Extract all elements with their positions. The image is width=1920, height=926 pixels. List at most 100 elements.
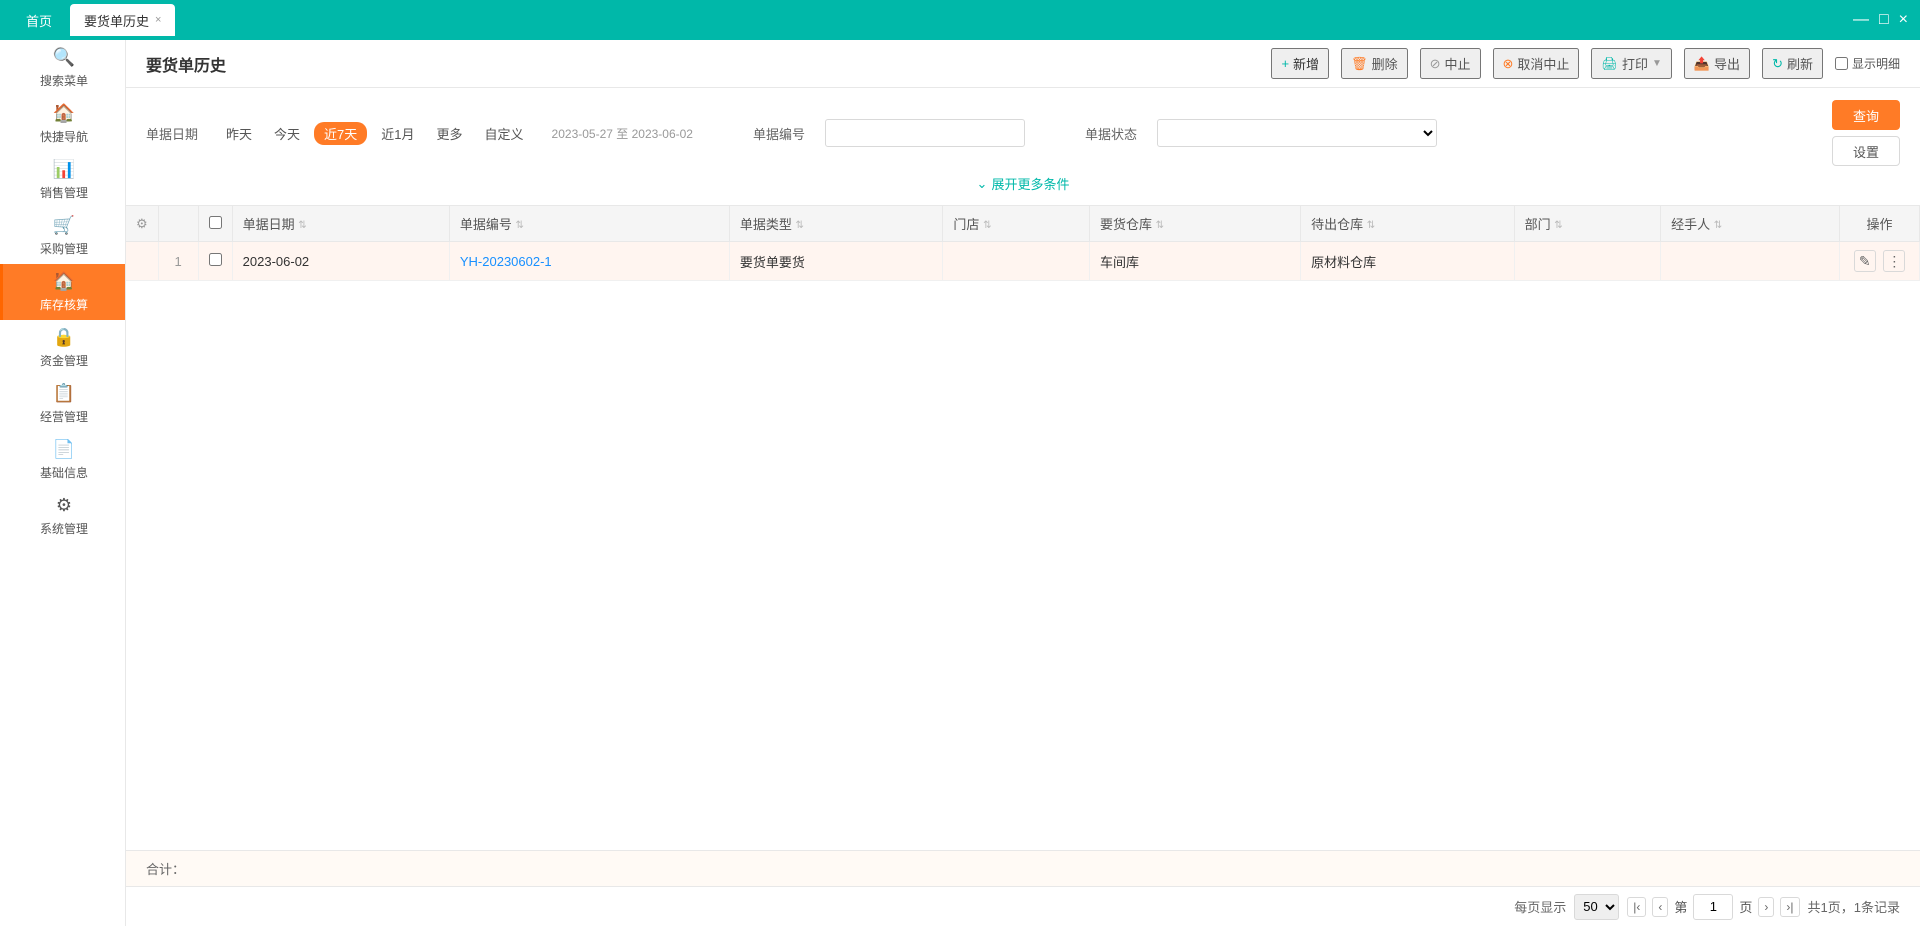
- date-btn-today[interactable]: 今天: [266, 122, 308, 145]
- page-header: 要货单历史 + 新增 🗑 删除 ⊘ 中止 ⊗ 取消中止: [126, 40, 1920, 88]
- cancel-icon: ⊗: [1503, 56, 1514, 72]
- row-dept: [1514, 242, 1661, 281]
- total-info: 共1页，1条记录: [1808, 897, 1900, 916]
- delete-button[interactable]: 🗑 删除: [1341, 48, 1408, 79]
- sidebar-item-label: 资金管理: [40, 352, 88, 369]
- status-label: 单据状态: [1085, 124, 1137, 143]
- sidebar-item-label: 经营管理: [40, 408, 88, 425]
- row-store: [943, 242, 1090, 281]
- sort-handler-icon[interactable]: ⇅: [1714, 220, 1722, 231]
- maximize-btn[interactable]: □: [1879, 11, 1889, 29]
- basic-info-icon: 📄: [53, 439, 75, 460]
- page-number-input[interactable]: [1693, 894, 1733, 920]
- sort-pending-warehouse-icon[interactable]: ⇅: [1367, 220, 1375, 231]
- sidebar-item-label: 搜索菜单: [40, 72, 88, 89]
- col-doc-no[interactable]: 单据编号 ⇅: [449, 206, 729, 242]
- display-detail-checkbox[interactable]: [1835, 57, 1848, 70]
- sort-req-warehouse-icon[interactable]: ⇅: [1156, 220, 1164, 231]
- col-handler[interactable]: 经手人 ⇅: [1661, 206, 1840, 242]
- add-button[interactable]: + 新增: [1271, 48, 1329, 79]
- purchase-mgmt-icon: 🛒: [53, 215, 75, 236]
- sidebar-item-purchase-mgmt[interactable]: 🛒 采购管理: [0, 208, 125, 264]
- next-page-btn[interactable]: ›: [1758, 897, 1774, 917]
- tab-home[interactable]: 首页: [12, 4, 66, 36]
- query-button[interactable]: 查询: [1832, 100, 1900, 130]
- first-page-btn[interactable]: |‹: [1627, 897, 1646, 917]
- sort-doc-date-icon[interactable]: ⇅: [298, 220, 306, 231]
- cancel-stop-button[interactable]: ⊗ 取消中止: [1493, 48, 1580, 79]
- sidebar-item-inventory-calc[interactable]: 🏠 库存核算: [0, 264, 125, 320]
- tab-requisition-history[interactable]: 要货单历史 ×: [70, 4, 175, 36]
- sort-store-icon[interactable]: ⇅: [983, 220, 991, 231]
- date-btn-more[interactable]: 更多: [429, 122, 471, 145]
- row-doc-no[interactable]: YH-20230602-1: [449, 242, 729, 281]
- sidebar-item-basic-info[interactable]: 📄 基础信息: [0, 432, 125, 488]
- print-dropdown-icon[interactable]: ▼: [1652, 58, 1662, 69]
- setting-button[interactable]: 设置: [1832, 136, 1900, 166]
- content-area: 要货单历史 + 新增 🗑 删除 ⊘ 中止 ⊗ 取消中止: [126, 40, 1920, 926]
- refresh-button[interactable]: ↻ 刷新: [1762, 48, 1823, 79]
- finance-mgmt-icon: 🔒: [53, 327, 75, 348]
- col-operation: 操作: [1840, 206, 1920, 242]
- col-pending-warehouse[interactable]: 待出仓库 ⇅: [1301, 206, 1515, 242]
- print-icon: 🖨: [1601, 56, 1618, 72]
- row-check[interactable]: [198, 242, 232, 281]
- print-button[interactable]: 🖨 打印 ▼: [1591, 48, 1671, 79]
- ops-mgmt-icon: 📋: [53, 383, 75, 404]
- row-operations: ✎ ⋮: [1840, 242, 1920, 281]
- close-btn[interactable]: ×: [1899, 11, 1908, 29]
- table-header-row: ⚙ 单据日期 ⇅ 单据编号 ⇅ 单据类型 ⇅: [126, 206, 1920, 242]
- search-menu-icon: 🔍: [53, 47, 75, 68]
- sidebar-item-ops-mgmt[interactable]: 📋 经营管理: [0, 376, 125, 432]
- row-req-warehouse: 车间库: [1089, 242, 1300, 281]
- date-range-display: 2023-05-27 至 2023-06-02: [552, 125, 693, 142]
- row-pending-warehouse: 原材料仓库: [1301, 242, 1515, 281]
- chevron-down-icon: ⌄: [977, 176, 988, 192]
- sidebar-item-quick-nav[interactable]: 🏠 快捷导航: [0, 96, 125, 152]
- col-settings[interactable]: ⚙: [126, 206, 158, 242]
- col-check[interactable]: [198, 206, 232, 242]
- main-layout: 🔍 搜索菜单 🏠 快捷导航 📊 销售管理 🛒 采购管理 🏠 库存核算 🔒 资金管…: [0, 40, 1920, 926]
- col-store[interactable]: 门店 ⇅: [943, 206, 1090, 242]
- sidebar-item-system-mgmt[interactable]: ⚙ 系统管理: [0, 488, 125, 544]
- sidebar-item-search-menu[interactable]: 🔍 搜索菜单: [0, 40, 125, 96]
- date-btn-1month[interactable]: 近1月: [373, 122, 422, 145]
- col-doc-type[interactable]: 单据类型 ⇅: [729, 206, 943, 242]
- sales-mgmt-icon: 📊: [53, 159, 75, 180]
- add-icon: +: [1281, 56, 1289, 71]
- delete-icon: 🗑: [1351, 56, 1368, 72]
- display-detail-toggle[interactable]: 显示明细: [1835, 55, 1900, 72]
- sidebar-item-label: 基础信息: [40, 464, 88, 481]
- col-req-warehouse[interactable]: 要货仓库 ⇅: [1089, 206, 1300, 242]
- minimize-btn[interactable]: —: [1853, 11, 1869, 29]
- sidebar-item-finance-mgmt[interactable]: 🔒 资金管理: [0, 320, 125, 376]
- col-dept[interactable]: 部门 ⇅: [1514, 206, 1661, 242]
- status-select[interactable]: [1157, 119, 1437, 147]
- row-more-icon[interactable]: ⋮: [1883, 250, 1905, 272]
- doc-no-link[interactable]: YH-20230602-1: [460, 254, 552, 269]
- sort-doc-type-icon[interactable]: ⇅: [796, 220, 804, 231]
- date-btn-yesterday[interactable]: 昨天: [218, 122, 260, 145]
- quick-nav-icon: 🏠: [53, 103, 75, 124]
- date-btn-7days[interactable]: 近7天: [314, 122, 367, 145]
- row-checkbox[interactable]: [209, 253, 222, 266]
- system-mgmt-icon: ⚙: [56, 495, 72, 516]
- stop-button[interactable]: ⊘ 中止: [1420, 48, 1481, 79]
- page-size-select[interactable]: 50: [1574, 894, 1619, 920]
- expand-button[interactable]: ⌄ 展开更多条件: [977, 174, 1070, 193]
- tab-close-icon[interactable]: ×: [155, 14, 161, 26]
- sort-dept-icon[interactable]: ⇅: [1554, 220, 1562, 231]
- page-title: 要货单历史: [146, 52, 226, 76]
- last-page-btn[interactable]: ›|: [1780, 897, 1799, 917]
- sort-doc-no-icon[interactable]: ⇅: [516, 220, 524, 231]
- doc-no-input[interactable]: [825, 119, 1025, 147]
- filter-area: 单据日期 昨天 今天 近7天 近1月 更多 自定义 2023-05-27 至 2…: [126, 88, 1920, 206]
- prev-page-btn[interactable]: ‹: [1652, 897, 1668, 917]
- table-area: ⚙ 单据日期 ⇅ 单据编号 ⇅ 单据类型 ⇅: [126, 206, 1920, 850]
- export-button[interactable]: 📤 导出: [1684, 48, 1750, 79]
- col-doc-date[interactable]: 单据日期 ⇅: [232, 206, 449, 242]
- date-btn-custom[interactable]: 自定义: [477, 122, 532, 145]
- row-edit-icon[interactable]: ✎: [1854, 250, 1876, 272]
- select-all-checkbox[interactable]: [209, 216, 222, 229]
- sidebar-item-sales-mgmt[interactable]: 📊 销售管理: [0, 152, 125, 208]
